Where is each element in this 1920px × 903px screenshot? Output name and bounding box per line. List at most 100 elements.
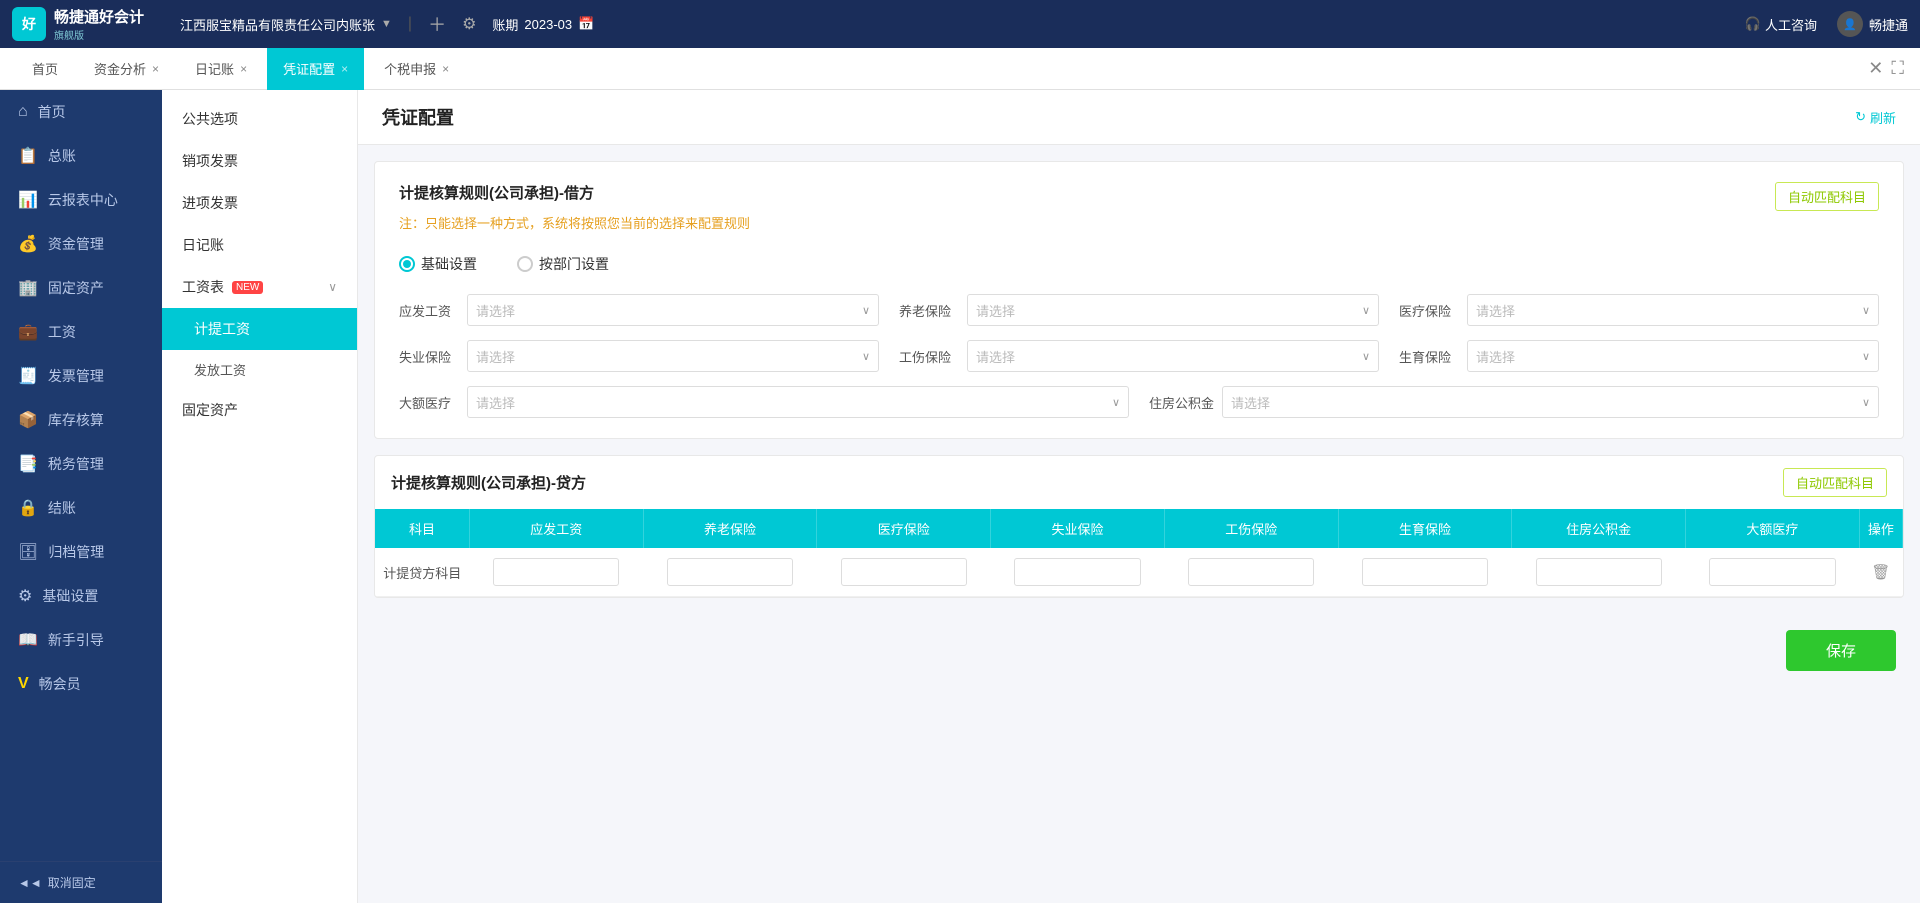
sidebar-item-salary[interactable]: 💼 工资 xyxy=(0,310,162,354)
cell-big-medical[interactable] xyxy=(1686,548,1860,597)
input-unemployment[interactable] xyxy=(1014,558,1140,586)
add-button[interactable]: ＋ xyxy=(428,11,446,37)
pension-chevron-icon: ∨ xyxy=(1362,304,1370,317)
tab-bar: 首页 资金分析 × 日记账 × 凭证配置 × 个税申报 × ✕ ⛶ xyxy=(0,48,1920,90)
big-medical-select[interactable]: 请选择 ∨ xyxy=(467,386,1129,418)
sidebar-item-tax[interactable]: 📑 税务管理 xyxy=(0,442,162,486)
col-action: 操作 xyxy=(1859,509,1902,548)
service-button[interactable]: 🎧 人工咨询 xyxy=(1745,15,1817,34)
tab-home[interactable]: 首页 xyxy=(16,48,74,90)
guide-icon: 📖 xyxy=(18,630,38,650)
nav-item-fixed-assets[interactable]: 固定资产 xyxy=(162,389,357,431)
sidebar-label-reports: 云报表中心 xyxy=(48,190,118,210)
nav-item-journal[interactable]: 日记账 xyxy=(162,224,357,266)
big-medical-label: 大额医疗 xyxy=(399,393,459,412)
sidebar-label-assets: 固定资产 xyxy=(48,278,104,298)
sidebar-item-funds[interactable]: 💰 资金管理 xyxy=(0,222,162,266)
close-window-icon[interactable]: ✕ xyxy=(1868,58,1883,79)
tab-tax-close[interactable]: × xyxy=(442,62,449,76)
housing-select[interactable]: 请选择 ∨ xyxy=(1222,386,1879,418)
nav-item-sales[interactable]: 销项发票 xyxy=(162,140,357,182)
input-big-medical[interactable] xyxy=(1709,558,1835,586)
credit-auto-match-button[interactable]: 自动匹配科目 xyxy=(1783,468,1887,497)
user-area[interactable]: 👤 畅捷通 xyxy=(1837,11,1908,37)
tab-journal-close[interactable]: × xyxy=(240,62,247,76)
nav-item-calc-salary[interactable]: 计提工资 xyxy=(162,308,357,350)
maximize-icon[interactable]: ⛶ xyxy=(1891,58,1904,79)
input-injury[interactable] xyxy=(1188,558,1314,586)
nav-item-public[interactable]: 公共选项 xyxy=(162,98,357,140)
radio-basic-inner xyxy=(403,260,411,268)
reports-icon: 📊 xyxy=(18,190,38,210)
sidebar-item-ledger[interactable]: 📋 总账 xyxy=(0,134,162,178)
cell-unemployment[interactable] xyxy=(991,548,1165,597)
cell-maternity[interactable] xyxy=(1338,548,1512,597)
cell-medical[interactable] xyxy=(817,548,991,597)
tab-voucher-close[interactable]: × xyxy=(341,62,348,76)
sidebar-item-home[interactable]: ⌂ 首页 xyxy=(0,90,162,134)
maternity-select[interactable]: 请选择 ∨ xyxy=(1467,340,1879,372)
cancel-pin-button[interactable]: ◄◄ 取消固定 xyxy=(0,861,162,903)
refresh-button[interactable]: ↻ 刷新 xyxy=(1855,108,1896,127)
save-button[interactable]: 保存 xyxy=(1786,630,1896,671)
debit-form-grid: 应发工资 请选择 ∨ 养老保险 请选择 ∨ 医疗 xyxy=(399,294,1879,372)
cell-injury[interactable] xyxy=(1164,548,1338,597)
unemployment-select[interactable]: 请选择 ∨ xyxy=(467,340,879,372)
injury-select[interactable]: 请选择 ∨ xyxy=(967,340,1379,372)
expand-icon[interactable]: ∨ xyxy=(328,280,337,294)
nav-item-pay-salary[interactable]: 发放工资 xyxy=(162,350,357,389)
sidebar-item-guide[interactable]: 📖 新手引导 xyxy=(0,618,162,662)
page-header: 凭证配置 ↻ 刷新 xyxy=(358,90,1920,145)
input-salary[interactable] xyxy=(493,558,619,586)
housing-label: 住房公积金 xyxy=(1149,393,1214,412)
sidebar-item-invoice[interactable]: 🧾 发票管理 xyxy=(0,354,162,398)
close-period-icon: 🔒 xyxy=(18,498,38,518)
cell-pension[interactable] xyxy=(643,548,817,597)
settings-icon[interactable]: ⚙ xyxy=(462,14,476,34)
radio-basic[interactable]: 基础设置 xyxy=(399,254,477,274)
delete-button[interactable]: 🗑 xyxy=(1871,564,1890,581)
tab-tax[interactable]: 个税申报 × xyxy=(368,48,465,90)
sidebar-label-funds: 资金管理 xyxy=(48,234,104,254)
tab-voucher[interactable]: 凭证配置 × xyxy=(267,48,364,90)
sidebar-label-settings: 基础设置 xyxy=(42,586,98,606)
input-maternity[interactable] xyxy=(1362,558,1488,586)
salary-label: 应发工资 xyxy=(399,301,459,320)
main-layout: ⌂ 首页 📋 总账 📊 云报表中心 💰 资金管理 🏢 固定资产 💼 工资 🧾 发… xyxy=(0,90,1920,903)
nav-item-salary-table[interactable]: 工资表 NEW ∨ xyxy=(162,266,357,308)
sidebar-label-guide: 新手引导 xyxy=(48,630,104,650)
salary-select[interactable]: 请选择 ∨ xyxy=(467,294,879,326)
radio-dept[interactable]: 按部门设置 xyxy=(517,254,609,274)
debit-auto-match-button[interactable]: 自动匹配科目 xyxy=(1775,182,1879,211)
sidebar-item-archive[interactable]: 🗄 归档管理 xyxy=(0,530,162,574)
cell-housing[interactable] xyxy=(1512,548,1686,597)
logo-area: 好 畅捷通好会计 旗舰版 xyxy=(12,6,172,42)
tab-fund-close[interactable]: × xyxy=(152,62,159,76)
input-pension[interactable] xyxy=(667,558,793,586)
input-medical[interactable] xyxy=(841,558,967,586)
big-medical-placeholder: 请选择 xyxy=(476,393,515,412)
big-medical-chevron-icon: ∨ xyxy=(1112,396,1120,409)
input-housing[interactable] xyxy=(1536,558,1662,586)
col-maternity: 生育保险 xyxy=(1338,509,1512,548)
tab-journal[interactable]: 日记账 × xyxy=(179,48,263,90)
company-selector[interactable]: 江西服宝精品有限责任公司内账张 ▼ xyxy=(180,15,392,34)
credit-table: 科目 应发工资 养老保险 医疗保险 失业保险 工伤保险 生育保险 住房公积金 大… xyxy=(375,509,1903,597)
sidebar-item-close[interactable]: 🔒 结账 xyxy=(0,486,162,530)
cell-salary[interactable] xyxy=(469,548,643,597)
funds-icon: 💰 xyxy=(18,234,38,254)
sidebar-item-inventory[interactable]: 📦 库存核算 xyxy=(0,398,162,442)
radio-dept-label: 按部门设置 xyxy=(539,254,609,274)
row-label: 计提贷方科目 xyxy=(375,548,469,597)
calendar-icon[interactable]: 📅 xyxy=(578,16,594,32)
sidebar-item-vip[interactable]: V 畅会员 xyxy=(0,662,162,706)
pension-select[interactable]: 请选择 ∨ xyxy=(967,294,1379,326)
nav-item-purchase[interactable]: 进项发票 xyxy=(162,182,357,224)
sidebar-item-assets[interactable]: 🏢 固定资产 xyxy=(0,266,162,310)
tab-fund[interactable]: 资金分析 × xyxy=(78,48,175,90)
main-content: 凭证配置 ↻ 刷新 计提核算规则(公司承担)-借方 注：只能选择一种方式，系统将… xyxy=(358,90,1920,903)
tab-controls: ✕ ⛶ xyxy=(1868,58,1904,79)
medical-select[interactable]: 请选择 ∨ xyxy=(1467,294,1879,326)
sidebar-item-reports[interactable]: 📊 云报表中心 xyxy=(0,178,162,222)
sidebar-item-settings[interactable]: ⚙ 基础设置 xyxy=(0,574,162,618)
